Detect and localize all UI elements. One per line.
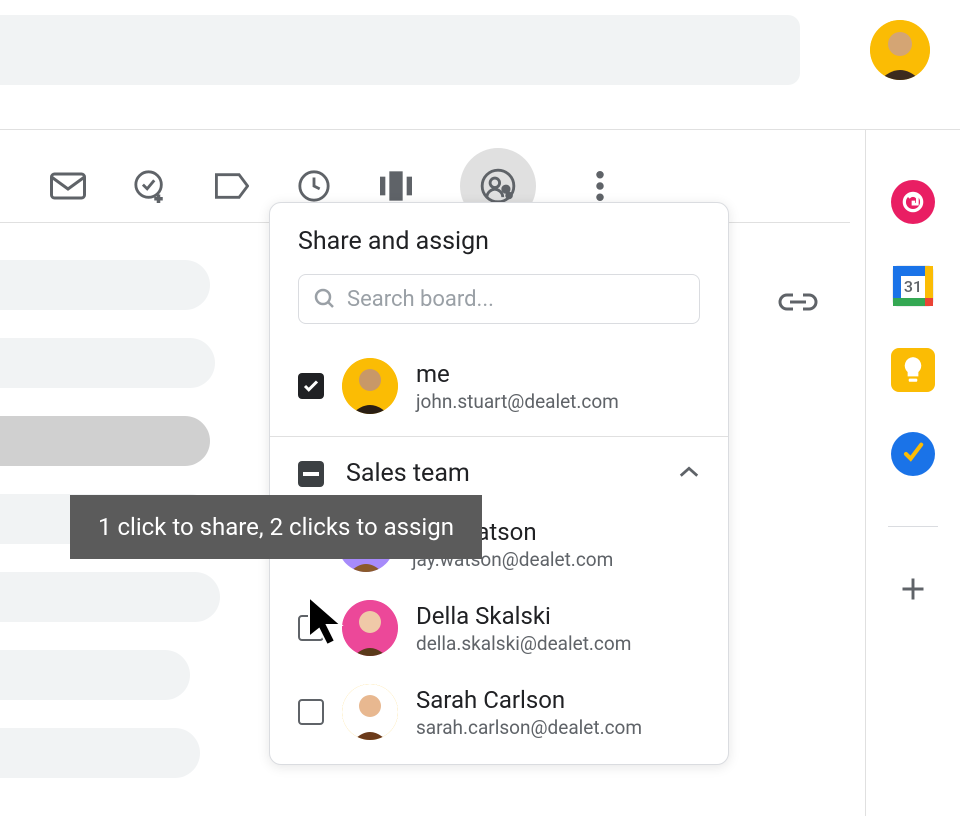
link-icon[interactable] bbox=[778, 290, 818, 318]
group-row-sales[interactable]: Sales team bbox=[270, 445, 728, 502]
mail-icon[interactable] bbox=[50, 168, 86, 204]
task-add-icon[interactable] bbox=[132, 168, 168, 204]
checkbox-empty[interactable] bbox=[298, 699, 324, 725]
side-panel: 31 bbox=[865, 130, 960, 816]
profile-avatar[interactable] bbox=[870, 20, 930, 80]
calendar-icon[interactable]: 31 bbox=[891, 264, 935, 308]
rail-placeholder[interactable] bbox=[0, 338, 215, 388]
clock-icon[interactable] bbox=[296, 168, 332, 204]
person-name: Sarah Carlson bbox=[416, 686, 642, 714]
divider bbox=[888, 526, 938, 527]
columns-icon[interactable] bbox=[378, 168, 414, 204]
keep-icon[interactable] bbox=[891, 348, 935, 392]
rail-placeholder[interactable] bbox=[0, 572, 220, 622]
avatar bbox=[342, 684, 398, 740]
person-row[interactable]: Sarah Carlson sarah.carlson@dealet.com bbox=[270, 670, 728, 754]
person-name: me bbox=[416, 360, 619, 388]
add-app-icon[interactable] bbox=[891, 567, 935, 611]
rail-placeholder[interactable] bbox=[0, 416, 210, 466]
more-options-icon[interactable] bbox=[582, 168, 618, 204]
search-board-input[interactable]: Search board... bbox=[298, 274, 700, 324]
rail-placeholder[interactable] bbox=[0, 728, 200, 778]
chevron-up-icon[interactable] bbox=[678, 464, 700, 483]
search-bar[interactable] bbox=[0, 15, 800, 85]
person-row-me[interactable]: me john.stuart@dealet.com bbox=[270, 344, 728, 428]
person-email: sarah.carlson@dealet.com bbox=[416, 716, 642, 739]
popup-title: Share and assign bbox=[270, 227, 728, 274]
rail-placeholder[interactable] bbox=[0, 260, 210, 310]
share-assign-popup: Share and assign Search board... me john… bbox=[269, 202, 729, 765]
avatar bbox=[342, 358, 398, 414]
group-name: Sales team bbox=[346, 459, 656, 488]
checkbox-indeterminate[interactable] bbox=[298, 461, 324, 487]
tasks-icon[interactable] bbox=[891, 432, 935, 476]
svg-text:31: 31 bbox=[904, 277, 922, 296]
cursor-icon bbox=[307, 595, 351, 655]
search-placeholder: Search board... bbox=[347, 287, 494, 312]
person-email: della.skalski@dealet.com bbox=[416, 632, 631, 655]
person-name: Della Skalski bbox=[416, 602, 631, 630]
person-email: john.stuart@dealet.com bbox=[416, 390, 619, 413]
checkbox-checked[interactable] bbox=[298, 373, 324, 399]
divider bbox=[270, 436, 728, 437]
gmelius-icon[interactable] bbox=[891, 180, 935, 224]
tooltip: 1 click to share, 2 clicks to assign bbox=[70, 495, 482, 559]
rail-placeholder[interactable] bbox=[0, 650, 190, 700]
label-icon[interactable] bbox=[214, 168, 250, 204]
